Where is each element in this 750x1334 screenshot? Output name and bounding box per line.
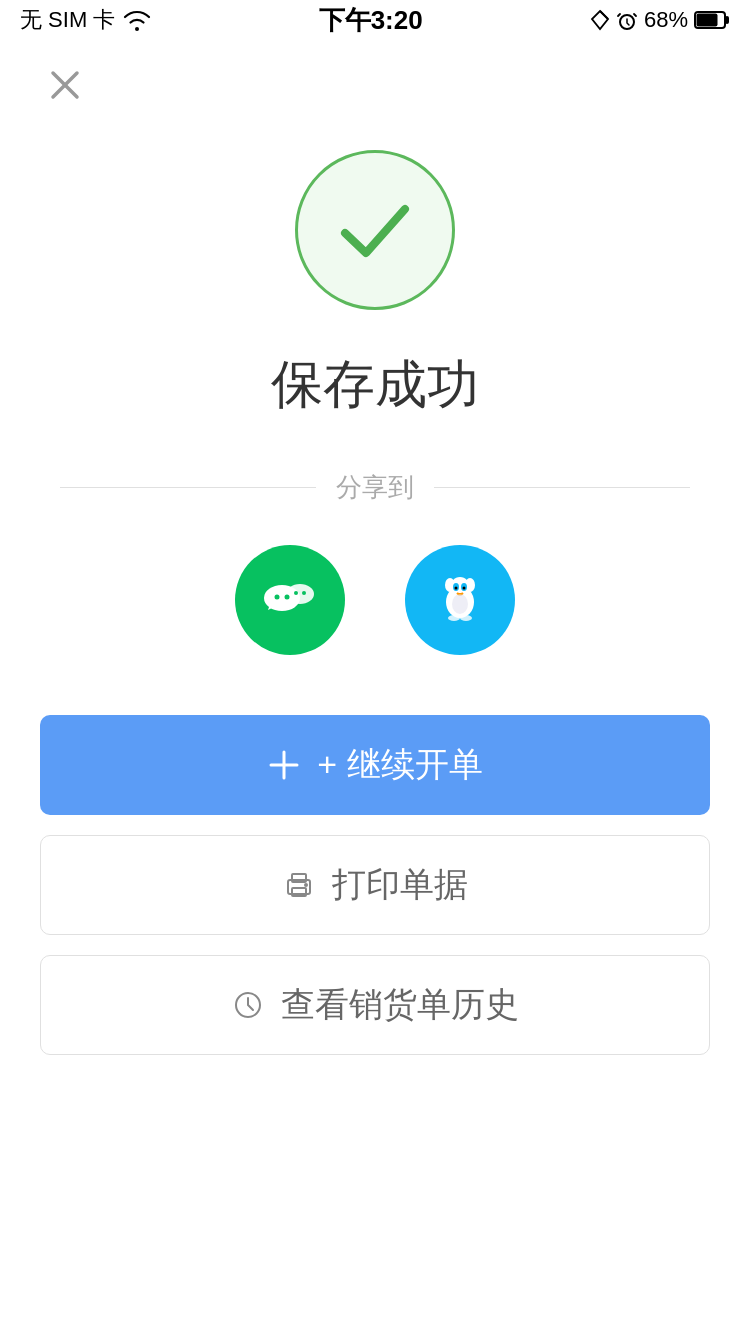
- history-label: 查看销货单历史: [281, 982, 519, 1028]
- status-left: 无 SIM 卡: [20, 5, 151, 35]
- wifi-icon: [123, 9, 151, 31]
- svg-point-22: [452, 594, 468, 614]
- checkmark-icon: [330, 185, 420, 275]
- close-button-area: [0, 40, 750, 130]
- print-icon: [282, 868, 316, 902]
- svg-point-8: [275, 595, 280, 600]
- alarm-icon: [616, 9, 638, 31]
- qq-icon: [428, 568, 492, 632]
- svg-point-9: [285, 595, 290, 600]
- success-icon: [295, 150, 455, 310]
- svg-point-7: [286, 584, 314, 604]
- battery-text: 68%: [644, 7, 688, 33]
- svg-point-20: [448, 615, 460, 621]
- success-title: 保存成功: [271, 350, 479, 420]
- svg-point-18: [455, 587, 458, 590]
- svg-rect-2: [725, 16, 729, 24]
- share-row: [235, 545, 515, 655]
- close-icon: [47, 67, 83, 103]
- qq-share-button[interactable]: [405, 545, 515, 655]
- wechat-share-button[interactable]: [235, 545, 345, 655]
- print-button[interactable]: 打印单据: [40, 835, 710, 935]
- wechat-icon: [258, 568, 322, 632]
- divider-left: [60, 487, 316, 488]
- plus-icon: [267, 748, 301, 782]
- status-right: 68%: [590, 7, 730, 33]
- svg-point-10: [294, 591, 298, 595]
- svg-point-28: [304, 883, 308, 887]
- svg-point-21: [460, 615, 472, 621]
- continue-label: + 继续开单: [317, 742, 482, 788]
- continue-button[interactable]: + 继续开单: [40, 715, 710, 815]
- location-icon: [590, 9, 610, 31]
- button-area: + 继续开单 打印单据 查看销货单历史: [0, 715, 750, 1055]
- battery-icon: [694, 10, 730, 30]
- close-button[interactable]: [40, 60, 90, 110]
- print-label: 打印单据: [332, 862, 468, 908]
- divider-right: [434, 487, 690, 488]
- share-label: 分享到: [316, 470, 434, 505]
- clock-icon: [231, 988, 265, 1022]
- history-button[interactable]: 查看销货单历史: [40, 955, 710, 1055]
- share-divider: 分享到: [0, 470, 750, 505]
- status-bar: 无 SIM 卡 下午3:20 68%: [0, 0, 750, 40]
- status-time: 下午3:20: [319, 3, 423, 38]
- svg-rect-3: [697, 14, 718, 27]
- svg-point-19: [463, 587, 466, 590]
- main-content: 保存成功 分享到: [0, 40, 750, 1055]
- svg-point-11: [302, 591, 306, 595]
- sim-text: 无 SIM 卡: [20, 5, 115, 35]
